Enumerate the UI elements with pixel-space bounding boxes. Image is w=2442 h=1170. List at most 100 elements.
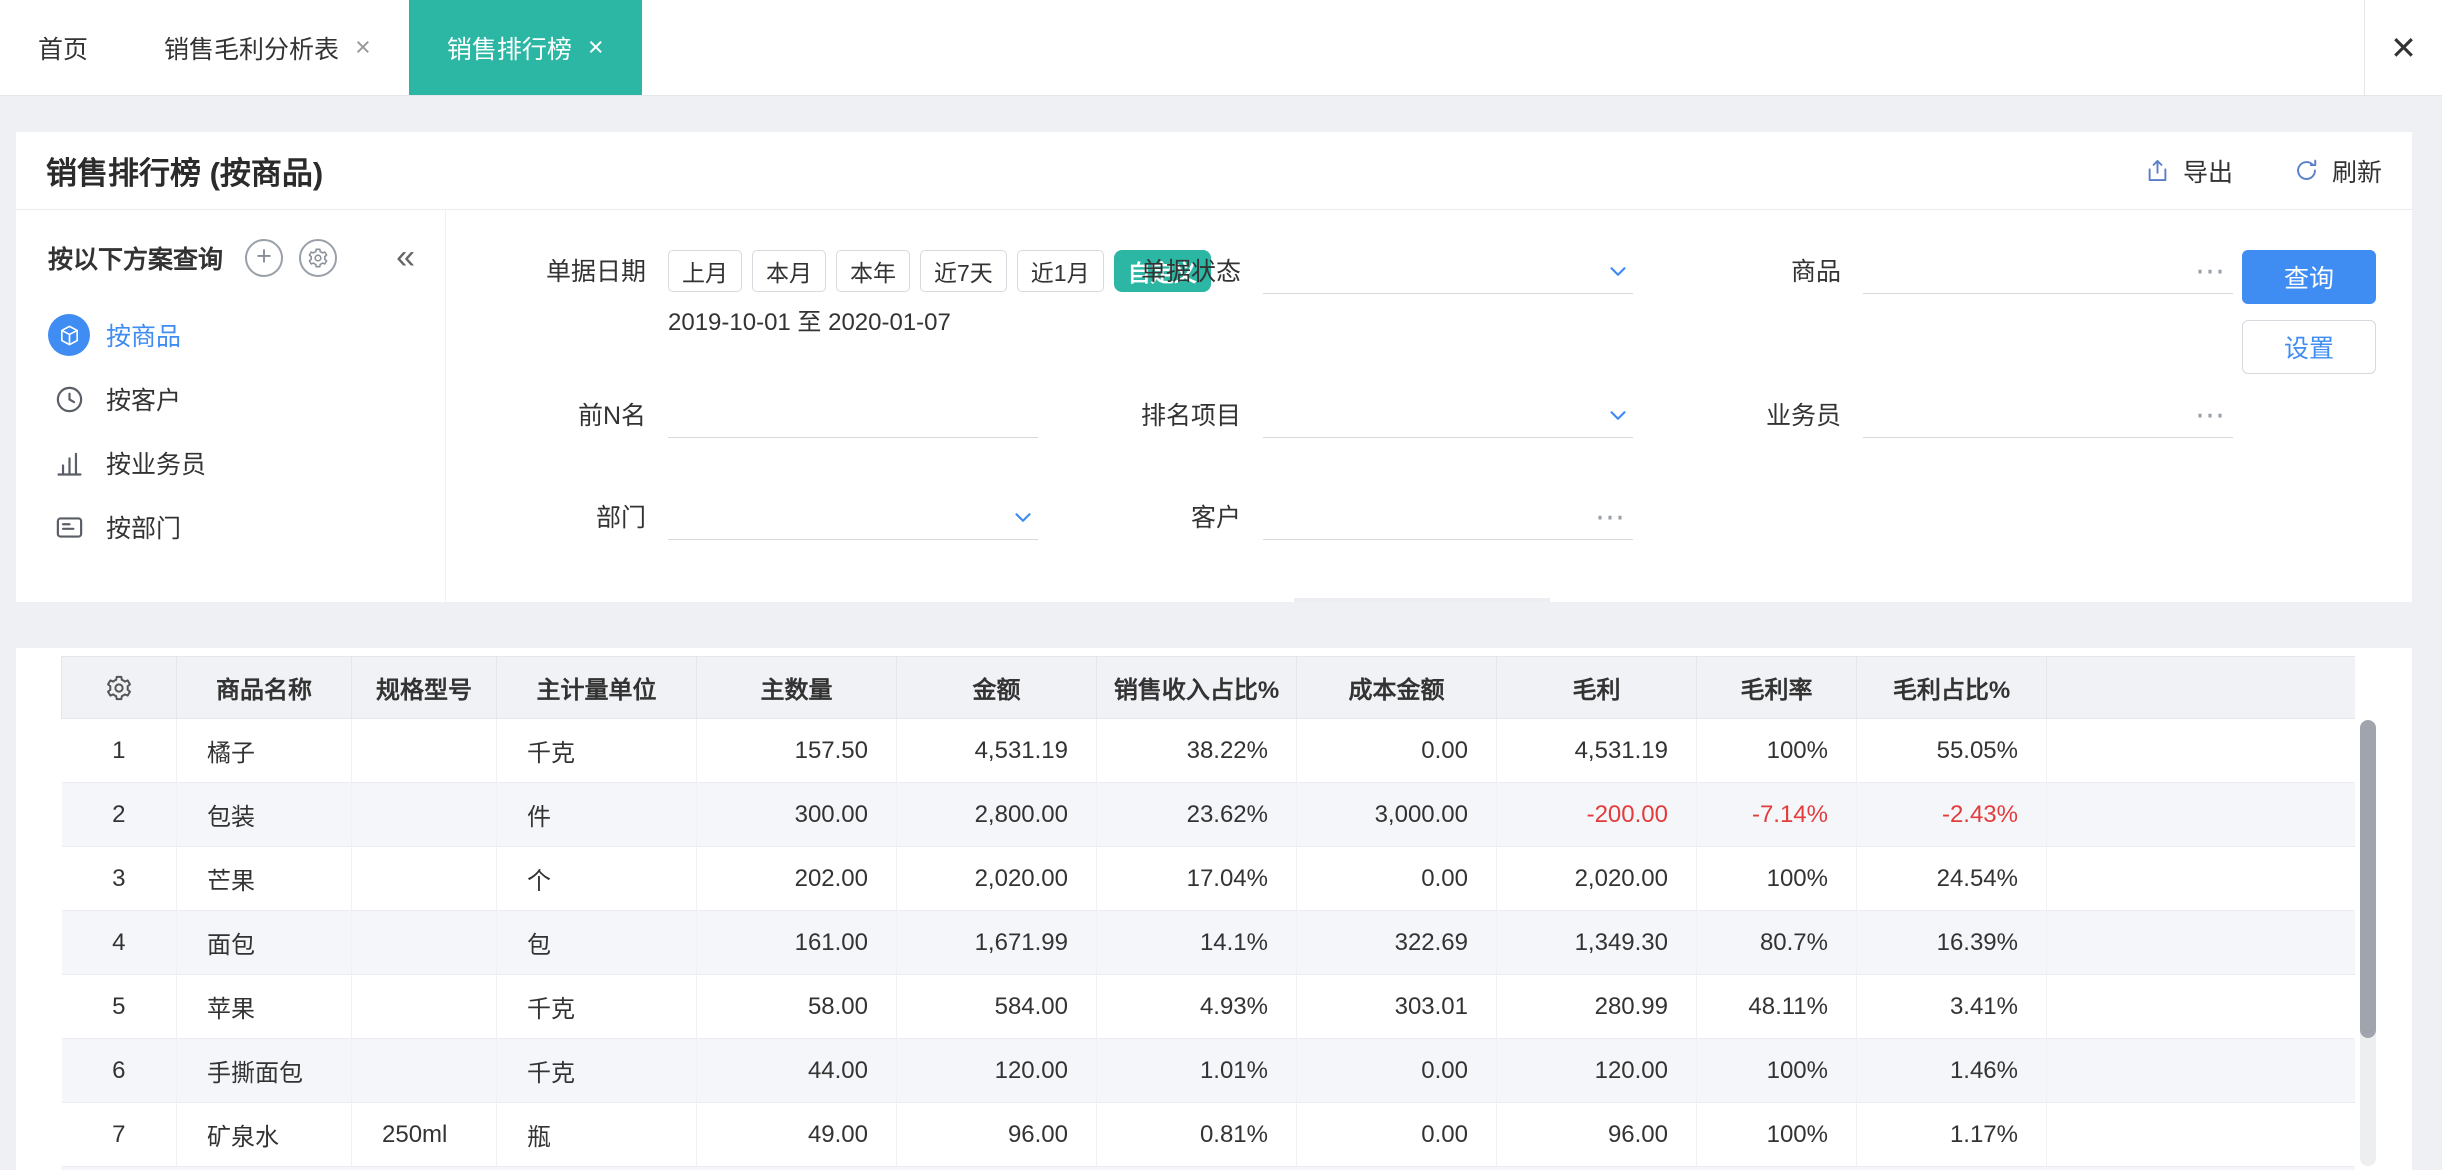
- cell-cost: 0.00: [1296, 718, 1497, 783]
- col-header-profit[interactable]: 毛利: [1496, 656, 1697, 719]
- col-header-filler: [2046, 656, 2355, 719]
- cell-spec: [351, 974, 497, 1039]
- cell-income_pct: 38.22%: [1096, 718, 1297, 783]
- cell-cost: 3,000.00: [1296, 782, 1497, 847]
- sidebar-item-label: 按商品: [106, 323, 182, 351]
- sidebar-item-by-salesperson[interactable]: 按业务员: [48, 431, 423, 495]
- cell-qty: 44.00: [696, 1038, 897, 1103]
- cell-income_pct: 4.93%: [1096, 974, 1297, 1039]
- cell-income_pct: 17.04%: [1096, 846, 1297, 911]
- cell-amount: 2,020.00: [896, 846, 1097, 911]
- tab-label: 首页: [38, 35, 89, 64]
- table-header-row: 商品名称 规格型号 主计量单位 主数量 金额 销售收入占比% 成本金额 毛利 毛利率 毛利占比%: [61, 656, 2355, 719]
- col-header-amount[interactable]: 金额: [896, 656, 1097, 719]
- filter-label-rank-item: 排名项目: [1140, 402, 1241, 430]
- table-row[interactable]: 4 面包 包 161.00 1,671.99 14.1% 322.69 1,349.30 80.…: [61, 910, 2355, 975]
- sidebar-item-by-department[interactable]: 按部门: [48, 495, 423, 559]
- sidebar-item-label: 按部门: [106, 515, 182, 543]
- salesperson-picker[interactable]: ⋯: [1863, 394, 2233, 438]
- sidebar-item-label: 按客户: [106, 387, 182, 415]
- filter-label-product: 商品: [1790, 258, 1841, 286]
- date-range-value[interactable]: 2019-10-01 至 2020-01-07: [668, 302, 1123, 337]
- cell-amount: 4,531.19: [896, 718, 1097, 783]
- customer-picker[interactable]: ⋯: [1263, 496, 1633, 540]
- chart-icon: [48, 442, 90, 484]
- close-all-button[interactable]: ✕: [2364, 0, 2442, 95]
- date-preset-group: 上月 本月 本年 近7天 近1月 自定义: [668, 250, 1211, 292]
- filter-area: 单据日期 上月 本月 本年 近7天 近1月 自定义 2019-10-01 至 2020-0…: [446, 210, 2412, 602]
- date-preset-5[interactable]: 近1月: [1016, 250, 1104, 292]
- export-icon: [2144, 157, 2171, 184]
- col-header-name[interactable]: 商品名称: [176, 656, 352, 719]
- col-header-cost[interactable]: 成本金额: [1296, 656, 1497, 719]
- add-scheme-button[interactable]: +: [245, 238, 284, 277]
- cell-spec: [351, 910, 497, 975]
- cell-profit: -200.00: [1496, 782, 1697, 847]
- date-preset-2[interactable]: 本月: [752, 250, 826, 292]
- row-index: 4: [61, 910, 177, 975]
- scheme-settings-button[interactable]: [299, 238, 338, 277]
- scrollbar-thumb[interactable]: [2360, 720, 2376, 1038]
- topn-input[interactable]: [668, 394, 1038, 438]
- sidebar-item-by-product[interactable]: 按商品: [48, 303, 423, 367]
- cell-name: 包装: [176, 782, 352, 847]
- column-settings-button[interactable]: [61, 656, 177, 719]
- cell-filler: [2046, 910, 2355, 975]
- sidebar-item-by-customer[interactable]: 按客户: [48, 367, 423, 431]
- tab-label: 销售排行榜: [446, 35, 572, 64]
- tab-home[interactable]: 首页: [0, 0, 126, 95]
- col-header-spec[interactable]: 规格型号: [351, 656, 497, 719]
- cell-name: 手撕面包: [176, 1038, 352, 1103]
- col-header-qty[interactable]: 主数量: [696, 656, 897, 719]
- cell-profit_rate: 100%: [1696, 846, 1857, 911]
- cell-profit_rate: 100%: [1696, 1102, 1857, 1167]
- table-row[interactable]: 3 芒果个 202.00 2,020.00 17.04% 0.00 2,020.00 100%…: [61, 846, 2355, 911]
- cell-name: 矿泉水: [176, 1102, 352, 1167]
- col-header-profit_rate[interactable]: 毛利率: [1696, 656, 1857, 719]
- date-preset-3[interactable]: 本年: [836, 250, 910, 292]
- filter-label-salesperson: 业务员: [1765, 402, 1841, 430]
- tab-sales-ranking[interactable]: 销售排行榜 ×: [408, 0, 642, 95]
- cell-name: 面包: [176, 910, 352, 975]
- table-row[interactable]: 7 矿泉水 250ml 瓶 49.00 96.00 0.81% 0.00 96.00 100% 1.…: [61, 1102, 2355, 1167]
- table-row[interactable]: 1 橘子 千克 157.50 4,531.19 38.22% 0.00 4,531.19 100…: [61, 718, 2355, 783]
- tab-close-icon[interactable]: ×: [355, 34, 371, 61]
- col-header-income_pct[interactable]: 销售收入占比%: [1096, 656, 1297, 719]
- cell-unit: 个: [496, 846, 697, 911]
- rank-item-select[interactable]: [1263, 394, 1633, 438]
- settings-button[interactable]: 设置: [2242, 320, 2376, 374]
- cell-unit: 千克: [496, 1038, 697, 1103]
- filter-actions: 查询 设置: [2242, 250, 2376, 374]
- table-row[interactable]: 6 手撕面包 千克 44.00 120.00 1.01% 0.00 120.00 100% 1.4…: [61, 1038, 2355, 1103]
- cell-profit_rate: 80.7%: [1696, 910, 1857, 975]
- sidebar-header: 按以下方案查询 + «: [48, 238, 423, 277]
- query-button[interactable]: 查询: [2242, 250, 2376, 304]
- department-select[interactable]: [668, 496, 1038, 540]
- product-picker[interactable]: ⋯: [1863, 250, 2233, 294]
- cell-spec: [351, 782, 497, 847]
- ellipsis-icon: ⋯: [1595, 501, 1627, 534]
- cell-unit: 千克: [496, 974, 697, 1039]
- refresh-button[interactable]: 刷新: [2293, 153, 2382, 189]
- export-button[interactable]: 导出: [2144, 153, 2233, 189]
- table-row[interactable]: 5 苹果 千克 58.00 584.00 4.93% 303.01 280.99 48.11% 3…: [61, 974, 2355, 1039]
- table-scrollbar[interactable]: [2360, 720, 2376, 1166]
- filter-label-date: 单据日期: [545, 258, 646, 286]
- cell-profit: 96.00: [1496, 1102, 1697, 1167]
- tab-close-icon[interactable]: ×: [588, 34, 604, 61]
- cell-profit_pct: 1.17%: [1856, 1102, 2047, 1167]
- collapse-sidebar-button[interactable]: «: [396, 238, 423, 277]
- table-row[interactable]: 2 包装件 300.00 2,800.00 23.62% 3,000.00 -200.00-…: [61, 782, 2355, 847]
- cell-cost: 0.00: [1296, 1038, 1497, 1103]
- status-select[interactable]: [1263, 250, 1633, 294]
- tab-sales-gross-profit-analysis[interactable]: 销售毛利分析表 ×: [126, 0, 409, 95]
- date-preset-4[interactable]: 近7天: [920, 250, 1007, 292]
- cube-icon: [48, 314, 90, 356]
- cell-amount: 584.00: [896, 974, 1097, 1039]
- col-header-unit[interactable]: 主计量单位: [496, 656, 697, 719]
- date-preset-1[interactable]: 上月: [668, 250, 742, 292]
- col-header-profit_pct[interactable]: 毛利占比%: [1856, 656, 2047, 719]
- filter-label-topn: 前N名: [577, 402, 646, 430]
- cell-income_pct: 0.81%: [1096, 1102, 1297, 1167]
- collapse-more-button[interactable]: 收起更多条件: [1294, 598, 1550, 602]
